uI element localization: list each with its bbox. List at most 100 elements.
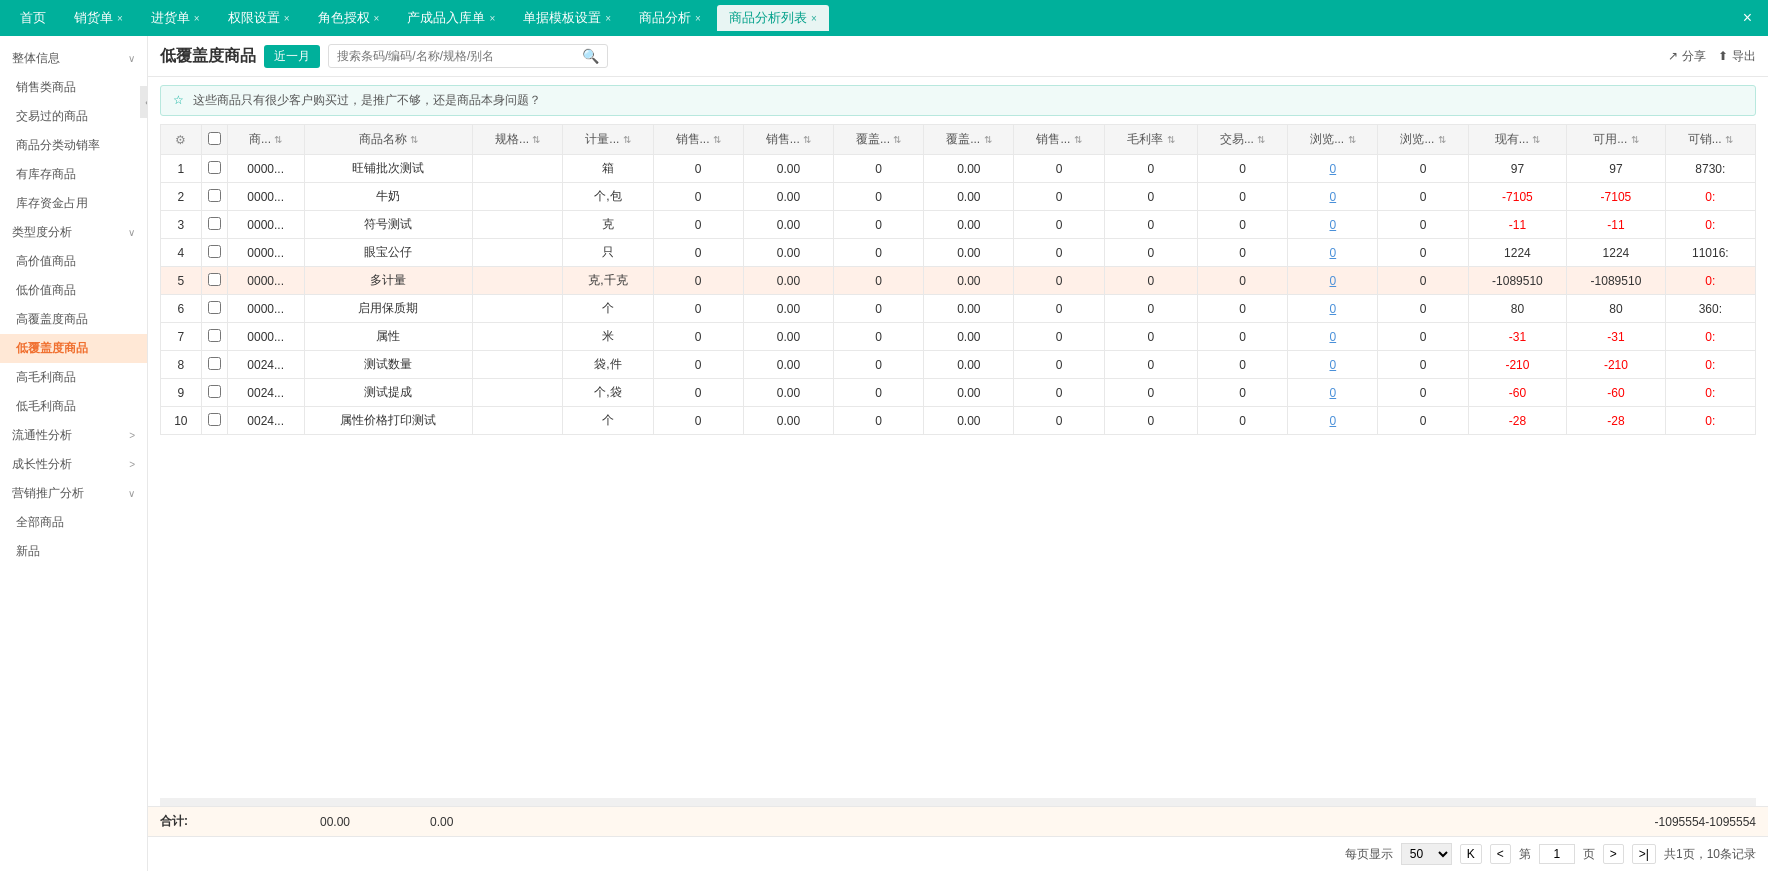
sidebar-item-high-coverage[interactable]: 高覆盖度商品 [0,305,147,334]
sidebar-section-flow[interactable]: 流通性分析 > [0,421,147,450]
nav-tab-home[interactable]: 首页 [8,5,58,31]
browse-link[interactable]: 0 [1329,414,1336,428]
column-checkbox[interactable] [201,125,227,155]
row-browse1[interactable]: 0 [1288,379,1378,407]
row-checkbox[interactable] [208,217,221,230]
row-select[interactable] [201,211,227,239]
nav-tab-sales[interactable]: 销货单 × [62,5,135,31]
column-code[interactable]: 商... ⇅ [227,125,304,155]
row-select[interactable] [201,379,227,407]
row-browse1[interactable]: 0 [1288,323,1378,351]
sidebar-item-all-goods[interactable]: 全部商品 [0,508,147,537]
row-browse1[interactable]: 0 [1288,295,1378,323]
column-sellable[interactable]: 可销... ⇅ [1665,125,1755,155]
export-button[interactable]: ⬆ 导出 [1718,48,1756,65]
row-browse1[interactable]: 0 [1288,239,1378,267]
row-select[interactable] [201,155,227,183]
browse-link[interactable]: 0 [1329,358,1336,372]
per-page-select[interactable]: 50 100 200 [1401,843,1452,865]
browse-link[interactable]: 0 [1329,246,1336,260]
row-checkbox[interactable] [208,273,221,286]
sidebar-section-marketing[interactable]: 营销推广分析 ∨ [0,479,147,508]
nav-tab-analysis-list[interactable]: 商品分析列表 × [717,5,829,31]
sidebar-item-low-coverage[interactable]: 低覆盖度商品 [0,334,147,363]
column-name[interactable]: 商品名称 ⇅ [304,125,473,155]
browse-link[interactable]: 0 [1329,386,1336,400]
sidebar-item-traded-goods[interactable]: 交易过的商品 [0,102,147,131]
row-checkbox[interactable] [208,245,221,258]
table-row[interactable]: 5 0000... 多计量 克,千克 0 0.00 0 0.00 0 0 0 0… [161,267,1756,295]
column-settings[interactable]: ⚙ [161,125,202,155]
row-browse1[interactable]: 0 [1288,211,1378,239]
sidebar-item-stock-capital[interactable]: 库存资金占用 [0,189,147,218]
next-page-button[interactable]: > [1603,844,1624,864]
nav-tab-role-close[interactable]: × [374,13,380,24]
table-row[interactable]: 8 0024... 测试数量 袋,件 0 0.00 0 0.00 0 0 0 0… [161,351,1756,379]
table-row[interactable]: 10 0024... 属性价格打印测试 个 0 0.00 0 0.00 0 0 … [161,407,1756,435]
first-page-button[interactable]: K [1460,844,1482,864]
table-row[interactable]: 7 0000... 属性 米 0 0.00 0 0.00 0 0 0 0 0 -… [161,323,1756,351]
column-trade[interactable]: 交易... ⇅ [1198,125,1288,155]
sidebar-item-sales-goods[interactable]: 销售类商品 [0,73,147,102]
sidebar-section-type[interactable]: 类型度分析 ∨ [0,218,147,247]
column-sales3[interactable]: 销售... ⇅ [1014,125,1104,155]
table-row[interactable]: 2 0000... 牛奶 个,包 0 0.00 0 0.00 0 0 0 0 0… [161,183,1756,211]
row-select[interactable] [201,239,227,267]
sidebar-item-new-goods[interactable]: 新品 [0,537,147,566]
row-browse1[interactable]: 0 [1288,183,1378,211]
column-browse1[interactable]: 浏览... ⇅ [1288,125,1378,155]
row-select[interactable] [201,407,227,435]
nav-tab-template-close[interactable]: × [605,13,611,24]
row-browse1[interactable]: 0 [1288,351,1378,379]
sidebar-item-low-margin[interactable]: 低毛利商品 [0,392,147,421]
column-current[interactable]: 现有... ⇅ [1468,125,1567,155]
browse-link[interactable]: 0 [1329,330,1336,344]
nav-tab-analysis-close[interactable]: × [695,13,701,24]
table-row[interactable]: 6 0000... 启用保质期 个 0 0.00 0 0.00 0 0 0 0 … [161,295,1756,323]
nav-tab-product[interactable]: 产成品入库单 × [395,5,507,31]
nav-tab-permission[interactable]: 权限设置 × [216,5,302,31]
row-checkbox[interactable] [208,301,221,314]
nav-tab-purchase[interactable]: 进货单 × [139,5,212,31]
row-checkbox[interactable] [208,329,221,342]
browse-link[interactable]: 0 [1329,190,1336,204]
sidebar-item-high-margin[interactable]: 高毛利商品 [0,363,147,392]
select-all-checkbox[interactable] [208,132,221,145]
scrollbar[interactable] [160,798,1756,806]
nav-tab-permission-close[interactable]: × [284,13,290,24]
row-checkbox[interactable] [208,413,221,426]
sidebar-collapse-button[interactable]: « [140,86,148,118]
row-select[interactable] [201,295,227,323]
nav-tab-purchase-close[interactable]: × [194,13,200,24]
row-checkbox[interactable] [208,189,221,202]
sidebar-section-growth[interactable]: 成长性分析 > [0,450,147,479]
share-button[interactable]: ↗ 分享 [1668,48,1706,65]
filter-button[interactable]: 近一月 [264,45,320,68]
sidebar-item-category-rate[interactable]: 商品分类动销率 [0,131,147,160]
column-spec[interactable]: 规格... ⇅ [473,125,563,155]
nav-tab-role[interactable]: 角色授权 × [306,5,392,31]
table-row[interactable]: 3 0000... 符号测试 克 0 0.00 0 0.00 0 0 0 0 0… [161,211,1756,239]
search-input[interactable] [337,49,582,63]
prev-page-button[interactable]: < [1490,844,1511,864]
row-browse1[interactable]: 0 [1288,267,1378,295]
sidebar-item-in-stock[interactable]: 有库存商品 [0,160,147,189]
sidebar-item-low-value[interactable]: 低价值商品 [0,276,147,305]
column-sales-amt[interactable]: 销售... ⇅ [743,125,833,155]
browse-link[interactable]: 0 [1329,162,1336,176]
nav-tab-product-close[interactable]: × [489,13,495,24]
row-select[interactable] [201,351,227,379]
nav-tab-sales-close[interactable]: × [117,13,123,24]
row-checkbox[interactable] [208,357,221,370]
table-row[interactable]: 1 0000... 旺铺批次测试 箱 0 0.00 0 0.00 0 0 0 0… [161,155,1756,183]
sidebar-section-overall[interactable]: 整体信息 ∨ [0,44,147,73]
search-box[interactable]: 🔍 [328,44,608,68]
column-cover2[interactable]: 覆盖... ⇅ [924,125,1014,155]
table-row[interactable]: 9 0024... 测试提成 个,袋 0 0.00 0 0.00 0 0 0 0… [161,379,1756,407]
last-page-button[interactable]: >| [1632,844,1656,864]
column-sales-qty[interactable]: 销售... ⇅ [653,125,743,155]
row-select[interactable] [201,267,227,295]
page-input[interactable] [1539,844,1575,864]
row-select[interactable] [201,323,227,351]
row-select[interactable] [201,183,227,211]
